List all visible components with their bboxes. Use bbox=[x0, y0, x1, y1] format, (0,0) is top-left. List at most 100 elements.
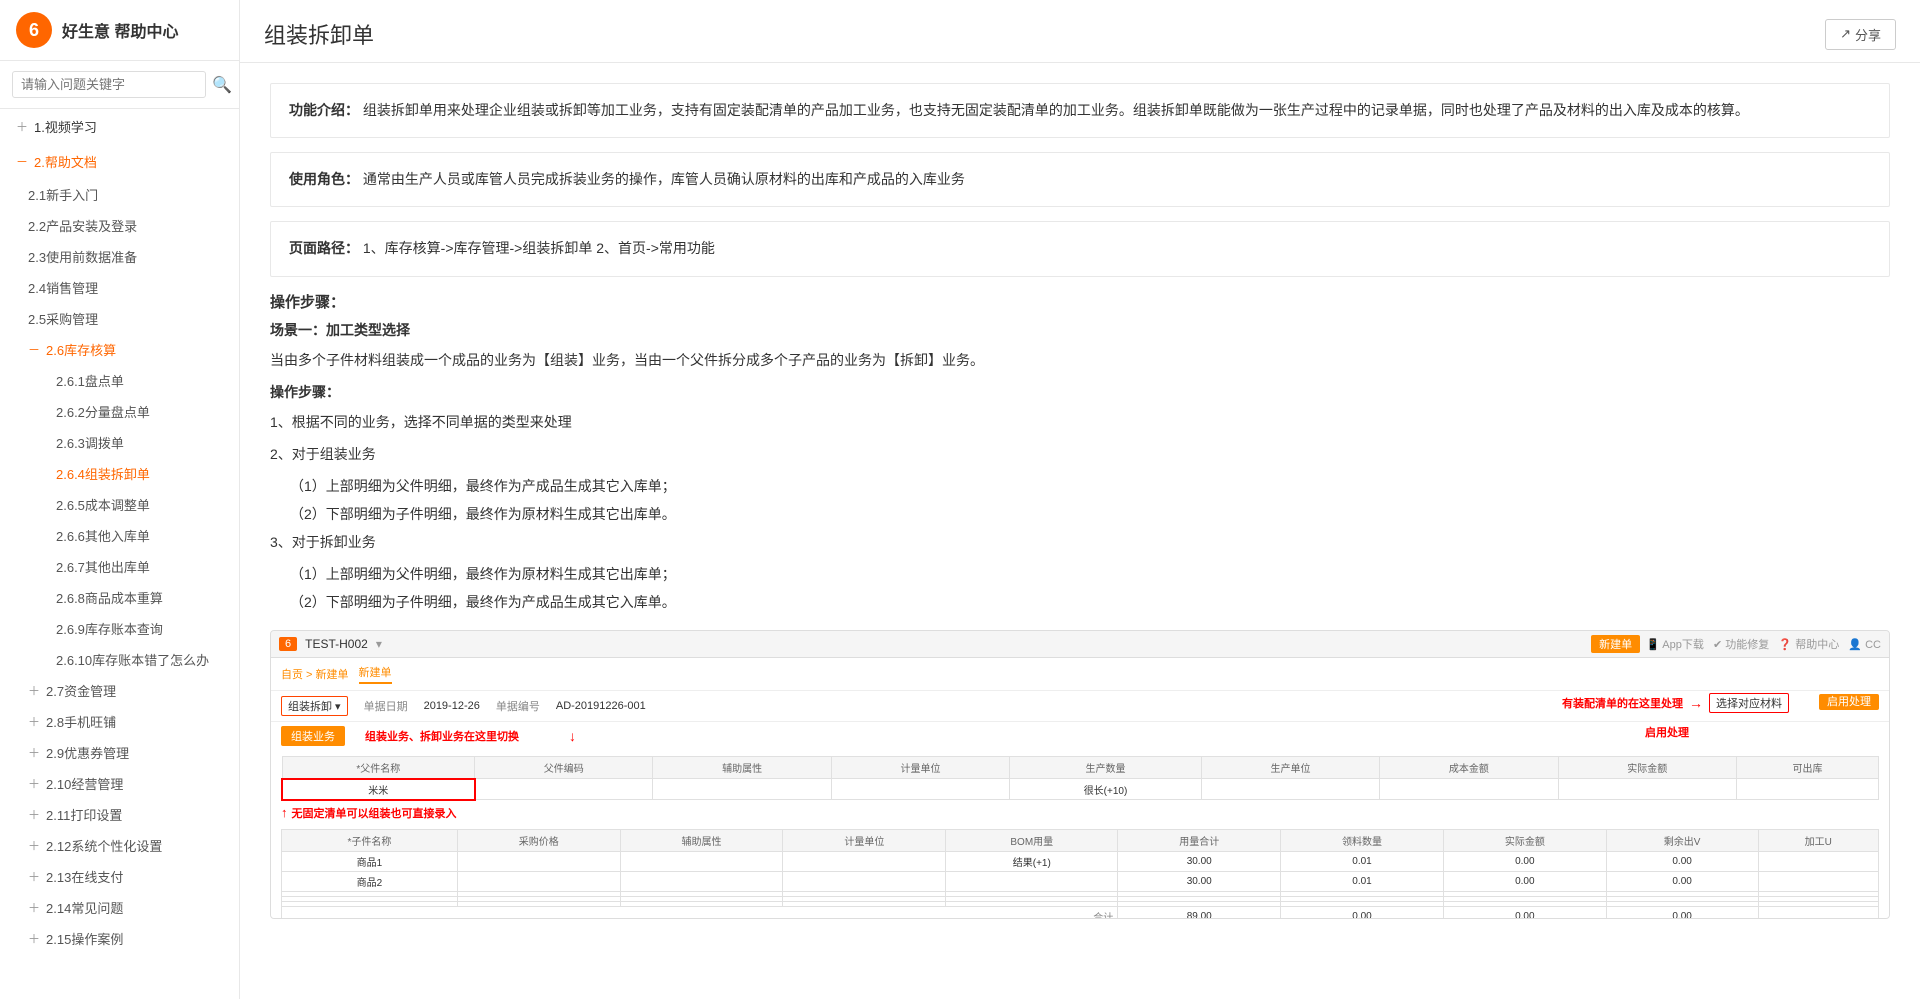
sidebar-item-sales[interactable]: 2.4销售管理 bbox=[28, 272, 239, 303]
footer-v4: 0.00 bbox=[1606, 906, 1758, 918]
collapse-icon: － bbox=[16, 153, 28, 170]
arrow-right: → bbox=[1689, 695, 1703, 711]
sidebar-item-finance[interactable]: ＋ 2.7资金管理 bbox=[28, 675, 239, 706]
sidebar-item-faq[interactable]: ＋ 2.14常见问题 bbox=[28, 892, 239, 923]
role-block: 使用角色： 通常由生产人员或库管人员完成拆装业务的操作，库管人员确认原材料的出库… bbox=[270, 152, 1890, 207]
mock-bth-0: *子件名称 bbox=[282, 829, 458, 851]
annotation1-text: 有装配清单的在这里处理 bbox=[1562, 695, 1683, 711]
annotation3-text: 启用处理 bbox=[1645, 724, 1689, 740]
step3-2: （2）下部明细为子件明细，最终作为产成品生成其它入库单。 bbox=[270, 588, 1890, 616]
mock-tab-active: 新建单 bbox=[359, 664, 392, 684]
sidebar-header: 6 好生意 帮助中心 bbox=[0, 0, 239, 61]
sidebar-item-goods-cost[interactable]: 2.6.8商品成本重算 bbox=[56, 582, 239, 613]
mock-btd-u2 bbox=[783, 871, 946, 891]
sidebar-item-cost-adj[interactable]: 2.6.5成本调整单 bbox=[56, 489, 239, 520]
mock-title: TEST-H002 bbox=[305, 637, 368, 651]
mock-th-0: *父件名称 bbox=[282, 756, 475, 779]
ops-steps-title: 操作步骤： bbox=[270, 382, 1890, 402]
content-area: 功能介绍： 组装拆卸单用来处理企业组装或拆卸等加工业务，支持有固定装配清单的产品… bbox=[240, 63, 1920, 999]
mock-btd-a1 bbox=[620, 851, 783, 871]
sidebar-item-system[interactable]: ＋ 2.12系统个性化设置 bbox=[28, 830, 239, 861]
table-footer-row: 合计 89.00 0.00 0.00 0.00 bbox=[282, 906, 1879, 918]
sidebar-item-ops[interactable]: ＋ 2.10经营管理 bbox=[28, 768, 239, 799]
mock-select-btn: 选择对应材料 bbox=[1709, 693, 1789, 713]
sidebar-item-video[interactable]: ＋ 1.视频学习 bbox=[0, 109, 239, 144]
mock-upper-table-wrap: *父件名称 父件编码 辅助属性 计量单位 生产数量 生产单位 成本金额 实际金额… bbox=[271, 750, 1889, 805]
mock-td-punit bbox=[1201, 779, 1379, 800]
mobile-expand-icon: ＋ bbox=[28, 713, 40, 730]
mock-lower-table: *子件名称 采购价格 辅助属性 计量单位 BOM用量 用量合计 领料数量 实际金… bbox=[281, 829, 1879, 918]
sidebar-item-inv-error[interactable]: 2.6.10库存账本错了怎么办 bbox=[56, 644, 239, 675]
search-button[interactable]: 🔍 bbox=[212, 75, 232, 95]
inventory-subnav: 2.6.1盘点单 2.6.2分量盘点单 2.6.3调拨单 2.6.4组装拆卸单 … bbox=[28, 365, 239, 675]
sidebar-item-newcomer[interactable]: 2.1新手入门 bbox=[28, 179, 239, 210]
mock-btd-rem1: 0.00 bbox=[1606, 851, 1758, 871]
step1: 1、根据不同的业务，选择不同单据的类型来处理 bbox=[270, 408, 1890, 436]
ops-expand-icon: ＋ bbox=[28, 775, 40, 792]
sidebar-item-print[interactable]: ＋ 2.11打印设置 bbox=[28, 799, 239, 830]
arrow-annotation3: ↓ bbox=[569, 728, 576, 744]
sidebar-item-assembly[interactable]: 2.6.4组装拆卸单 bbox=[56, 458, 239, 489]
sidebar-item-mobile[interactable]: ＋ 2.8手机旺铺 bbox=[28, 706, 239, 737]
nav-section: ＋ 1.视频学习 － 2.帮助文档 2.1新手入门 2.2产品安装及登录 2.3… bbox=[0, 109, 239, 954]
sidebar-item-cases[interactable]: ＋ 2.15操作案例 bbox=[28, 923, 239, 954]
mock-td-name: 米米 bbox=[282, 779, 475, 800]
arrow-annotation4: ↑ bbox=[281, 805, 288, 820]
footer-v2: 0.00 bbox=[1281, 906, 1444, 918]
mock-th-4: 生产数量 bbox=[1010, 756, 1202, 779]
mock-td-qty: 很长(+10) bbox=[1010, 779, 1202, 800]
mock-dropdown-icon: ▾ bbox=[376, 637, 382, 651]
mock-bth-6: 领料数量 bbox=[1281, 829, 1444, 851]
mock-btd-recv1: 0.01 bbox=[1281, 851, 1444, 871]
mock-order-value: AD-20191226-001 bbox=[556, 700, 646, 712]
sidebar-item-install[interactable]: 2.2产品安装及登录 bbox=[28, 210, 239, 241]
sidebar-item-inventory[interactable]: － 2.6库存核算 bbox=[28, 334, 239, 365]
mock-th-2: 辅助属性 bbox=[653, 756, 831, 779]
mock-btd-p1 bbox=[457, 851, 620, 871]
table-row: 商品2 30.00 0.01 0.00 0.00 bbox=[282, 871, 1879, 891]
search-input[interactable] bbox=[12, 71, 206, 98]
step2-2: （2）下部明细为子件明细，最终作为原材料生成其它出库单。 bbox=[270, 500, 1890, 528]
share-button[interactable]: ↗ 分享 bbox=[1825, 19, 1896, 50]
mock-btd-rem2: 0.00 bbox=[1606, 871, 1758, 891]
mock-btd-act2: 0.00 bbox=[1443, 871, 1606, 891]
annotation4-text: 无固定清单可以组装也可直接录入 bbox=[292, 805, 457, 821]
logo-icon: 6 bbox=[16, 12, 52, 48]
mock-annotation-area1: 有装配清单的在这里处理 → 选择对应材料 bbox=[1562, 693, 1789, 713]
app-title: 好生意 帮助中心 bbox=[62, 18, 178, 42]
mock-form-row: 组装拆卸 ▾ 单据日期 2019-12-26 单据编号 AD-20191226-… bbox=[271, 691, 1889, 722]
sidebar-item-payment[interactable]: ＋ 2.13在线支付 bbox=[28, 861, 239, 892]
mock-btd-name2: 商品2 bbox=[282, 871, 458, 891]
mock-td-code bbox=[475, 779, 653, 800]
sidebar-item-data-prep[interactable]: 2.3使用前数据准备 bbox=[28, 241, 239, 272]
mock-td-avail bbox=[1736, 779, 1878, 800]
table-row: 米米 很长(+10) bbox=[282, 779, 1879, 800]
role-text: 通常由生产人员或库管人员完成拆装业务的操作，库管人员确认原材料的出库和产成品的入… bbox=[363, 171, 965, 187]
sidebar-item-docs[interactable]: － 2.帮助文档 bbox=[0, 144, 239, 179]
sidebar-item-other-out[interactable]: 2.6.7其他出库单 bbox=[56, 551, 239, 582]
mock-btd-a2 bbox=[620, 871, 783, 891]
mock-order-label: 单据编号 bbox=[496, 698, 540, 714]
docs-subnav: 2.1新手入门 2.2产品安装及登录 2.3使用前数据准备 2.4销售管理 2.… bbox=[0, 179, 239, 954]
sidebar-item-stocktake[interactable]: 2.6.1盘点单 bbox=[56, 365, 239, 396]
sidebar-item-adjust[interactable]: 2.6.3调拨单 bbox=[56, 427, 239, 458]
mock-bth-5: 用量合计 bbox=[1118, 829, 1281, 851]
mock-btd-recv2: 0.01 bbox=[1281, 871, 1444, 891]
main-header: 组装拆卸单 ↗ 分享 bbox=[240, 0, 1920, 63]
footer-label: 合计 bbox=[282, 906, 1118, 918]
sidebar: 6 好生意 帮助中心 🔍 ＋ 1.视频学习 － 2.帮助文档 2.1新手入门 2… bbox=[0, 0, 240, 999]
mock-btd-name1: 商品1 bbox=[282, 851, 458, 871]
sidebar-item-coupon[interactable]: ＋ 2.9优惠券管理 bbox=[28, 737, 239, 768]
mock-body: 自贡 > 新建单 新建单 组装拆卸 ▾ 单据日期 2019-12-26 单据编号… bbox=[271, 658, 1889, 918]
mock-btd-bom1: 结果(+1) bbox=[946, 851, 1118, 871]
sidebar-item-other-in[interactable]: 2.6.6其他入库单 bbox=[56, 520, 239, 551]
path-block: 页面路径： 1、库存核算->库存管理->组装拆卸单 2、首页->常用功能 bbox=[270, 221, 1890, 276]
sidebar-item-purchase[interactable]: 2.5采购管理 bbox=[28, 303, 239, 334]
sidebar-item-inv-query[interactable]: 2.6.9库存账本查询 bbox=[56, 613, 239, 644]
step2: 2、对于组装业务 bbox=[270, 440, 1890, 468]
expand-icon: ＋ bbox=[16, 118, 28, 135]
role-label: 使用角色： bbox=[289, 171, 359, 187]
mock-process-btn: 启用处理 bbox=[1819, 694, 1879, 710]
sidebar-item-partial[interactable]: 2.6.2分量盘点单 bbox=[56, 396, 239, 427]
step3-1: （1）上部明细为父件明细，最终作为原材料生成其它出库单； bbox=[270, 560, 1890, 588]
